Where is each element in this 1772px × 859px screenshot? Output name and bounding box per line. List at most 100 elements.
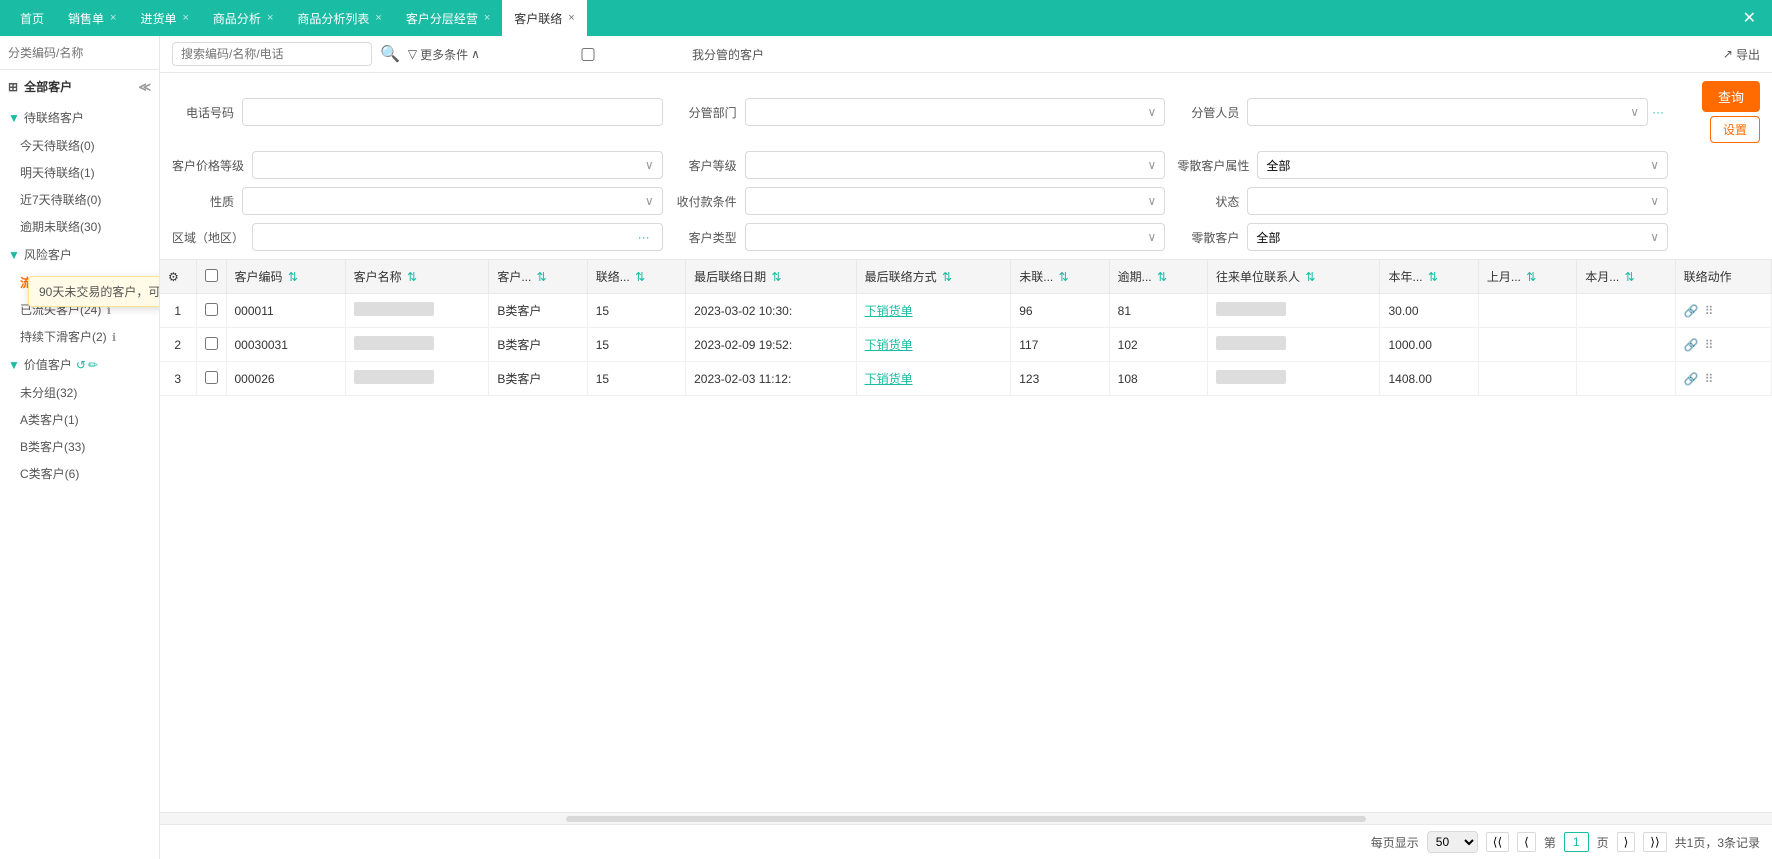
filter-nature: 性质 ∨ bbox=[172, 187, 663, 215]
close-analysis-tab[interactable]: × bbox=[267, 12, 273, 24]
filter-customer-level: 客户等级 ∨ bbox=[675, 151, 1166, 179]
row-checkbox[interactable] bbox=[205, 337, 218, 350]
nav-home[interactable]: 首页 bbox=[8, 0, 56, 36]
region-input[interactable]: ··· bbox=[252, 223, 663, 251]
action-link-icon[interactable]: 🔗 bbox=[1684, 372, 1699, 386]
row-checkbox[interactable] bbox=[205, 371, 218, 384]
customer-level-arrow: ∨ bbox=[1148, 158, 1157, 172]
retail-customer-select[interactable]: 全部 ∨ bbox=[1247, 223, 1668, 251]
select-all-checkbox[interactable] bbox=[205, 269, 218, 282]
nav-sales[interactable]: 销售单 × bbox=[56, 0, 128, 36]
nav-customer-contact[interactable]: 客户联络 × bbox=[502, 0, 586, 36]
close-window[interactable]: ✕ bbox=[1735, 8, 1764, 28]
settings-button[interactable]: 设置 bbox=[1710, 116, 1760, 143]
th-overdue[interactable]: 逾期... ⇅ bbox=[1109, 260, 1207, 294]
payment-select[interactable]: ∨ bbox=[745, 187, 1166, 215]
sidebar-item-declining[interactable]: 持续下滑客户(2) ℹ bbox=[0, 323, 159, 350]
cell-last-type[interactable]: 下销货单 bbox=[856, 328, 1011, 362]
manager-select[interactable]: ∨ bbox=[1247, 98, 1648, 126]
close-purchase-tab[interactable]: × bbox=[182, 12, 188, 24]
manager-dots[interactable]: ··· bbox=[1648, 105, 1668, 119]
refresh-icon[interactable]: ↺ bbox=[76, 358, 86, 372]
th-no-contact[interactable]: 未联... ⇅ bbox=[1011, 260, 1109, 294]
action-more-icon[interactable]: ⠿ bbox=[1705, 338, 1714, 352]
sidebar-search-input[interactable] bbox=[8, 46, 160, 60]
more-filter-btn[interactable]: ▽ 更多条件 ∧ bbox=[408, 46, 480, 63]
cell-checkbox[interactable] bbox=[196, 294, 226, 328]
content-area: 🔍 ▽ 更多条件 ∧ 我分管的客户 ↗ 导出 电话号码 bbox=[160, 36, 1772, 859]
sidebar-item-7days[interactable]: 近7天待联络(0) bbox=[0, 186, 159, 213]
cell-contact: 15 bbox=[587, 362, 685, 396]
query-button[interactable]: 查询 bbox=[1702, 81, 1760, 112]
sidebar-group-risk[interactable]: ▼ 风险客户 bbox=[0, 240, 159, 269]
next-page-btn[interactable]: ⟩ bbox=[1617, 832, 1636, 852]
last-page-btn[interactable]: ⟩⟩ bbox=[1643, 832, 1666, 852]
action-link-icon[interactable]: 🔗 bbox=[1684, 304, 1699, 318]
prev-page-btn[interactable]: ⟨ bbox=[1517, 832, 1536, 852]
sidebar-root[interactable]: ⊞ 全部客户 ≪ bbox=[0, 70, 159, 103]
th-contact-person[interactable]: 往来单位联系人 ⇅ bbox=[1208, 260, 1380, 294]
close-sales-tab[interactable]: × bbox=[110, 12, 116, 24]
nav-customer-segment[interactable]: 客户分层经营 × bbox=[394, 0, 502, 36]
my-customer-checkbox[interactable]: 我分管的客户 bbox=[488, 46, 764, 63]
per-page-select[interactable]: 50 100 200 bbox=[1427, 831, 1478, 853]
action-more-icon[interactable]: ⠿ bbox=[1705, 372, 1714, 386]
price-level-arrow: ∨ bbox=[645, 158, 654, 172]
action-more-icon[interactable]: ⠿ bbox=[1705, 304, 1714, 318]
th-last-type[interactable]: 最后联络方式 ⇅ bbox=[856, 260, 1011, 294]
sidebar-item-ungrouped[interactable]: 未分组(32) bbox=[0, 379, 159, 406]
close-contact-tab[interactable]: × bbox=[568, 12, 574, 24]
th-last-month[interactable]: 上月... ⇅ bbox=[1478, 260, 1576, 294]
nav-purchase[interactable]: 进货单 × bbox=[128, 0, 200, 36]
scrollbar-track[interactable] bbox=[566, 816, 1366, 822]
th-last-date[interactable]: 最后联络日期 ⇅ bbox=[686, 260, 856, 294]
customer-type-select[interactable]: ∨ bbox=[745, 223, 1166, 251]
cell-checkbox[interactable] bbox=[196, 362, 226, 396]
sidebar-item-tomorrow[interactable]: 明天待联络(1) bbox=[0, 159, 159, 186]
sidebar-group-pending[interactable]: ▼ 待联络客户 bbox=[0, 103, 159, 132]
edit-icon[interactable]: ✏ bbox=[88, 358, 98, 372]
main-search-icon[interactable]: 🔍 bbox=[380, 44, 400, 64]
nav-analysis-list[interactable]: 商品分析列表 × bbox=[285, 0, 393, 36]
cell-last-type[interactable]: 下销货单 bbox=[856, 362, 1011, 396]
main-search-input[interactable] bbox=[172, 42, 372, 66]
cell-last-type[interactable]: 下销货单 bbox=[856, 294, 1011, 328]
th-settings[interactable]: ⚙ bbox=[160, 260, 196, 294]
sidebar-item-c-class[interactable]: C类客户(6) bbox=[0, 460, 159, 487]
my-customer-check[interactable] bbox=[488, 48, 688, 61]
sidebar-item-today[interactable]: 今天待联络(0) bbox=[0, 132, 159, 159]
sidebar-item-a-class[interactable]: A类客户(1) bbox=[0, 406, 159, 433]
close-analysis-list-tab[interactable]: × bbox=[375, 12, 381, 24]
horizontal-scrollbar[interactable] bbox=[160, 812, 1772, 824]
sidebar-item-overdue[interactable]: 逾期未联络(30) bbox=[0, 213, 159, 240]
th-contact[interactable]: 联络... ⇅ bbox=[587, 260, 685, 294]
first-page-btn[interactable]: ⟨⟨ bbox=[1486, 832, 1509, 852]
row-checkbox[interactable] bbox=[205, 303, 218, 316]
sidebar-item-b-class[interactable]: B类客户(33) bbox=[0, 433, 159, 460]
th-code[interactable]: 客户编码 ⇅ bbox=[226, 260, 345, 294]
dept-select[interactable]: ∨ bbox=[745, 98, 1166, 126]
th-this-month[interactable]: 本月... ⇅ bbox=[1577, 260, 1675, 294]
region-dots[interactable]: ··· bbox=[634, 230, 654, 244]
status-select[interactable]: ∨ bbox=[1247, 187, 1668, 215]
cell-contact: 15 bbox=[587, 294, 685, 328]
retail-attr-arrow: ∨ bbox=[1650, 158, 1659, 172]
th-this-year[interactable]: 本年... ⇅ bbox=[1380, 260, 1478, 294]
collapse-icon[interactable]: ≪ bbox=[138, 80, 151, 94]
sidebar-group-value[interactable]: ▼ 价值客户 ↺ ✏ bbox=[0, 350, 159, 379]
nature-select[interactable]: ∨ bbox=[242, 187, 663, 215]
table-row: 1 000011 B类客户 15 2023-03-02 10:30: 下销货单 … bbox=[160, 294, 1772, 328]
phone-input[interactable] bbox=[242, 98, 663, 126]
retail-attr-select[interactable]: 全部 ∨ bbox=[1257, 151, 1668, 179]
customer-level-select[interactable]: ∨ bbox=[745, 151, 1166, 179]
th-name[interactable]: 客户名称 ⇅ bbox=[345, 260, 489, 294]
close-segment-tab[interactable]: × bbox=[484, 12, 490, 24]
cell-checkbox[interactable] bbox=[196, 328, 226, 362]
th-checkbox[interactable] bbox=[196, 260, 226, 294]
nav-analysis[interactable]: 商品分析 × bbox=[201, 0, 285, 36]
th-type[interactable]: 客户... ⇅ bbox=[489, 260, 587, 294]
action-link-icon[interactable]: 🔗 bbox=[1684, 338, 1699, 352]
export-btn[interactable]: ↗ 导出 bbox=[1723, 46, 1760, 63]
price-level-select[interactable]: ∨ bbox=[252, 151, 663, 179]
sort-name-icon: ⇅ bbox=[407, 270, 417, 284]
